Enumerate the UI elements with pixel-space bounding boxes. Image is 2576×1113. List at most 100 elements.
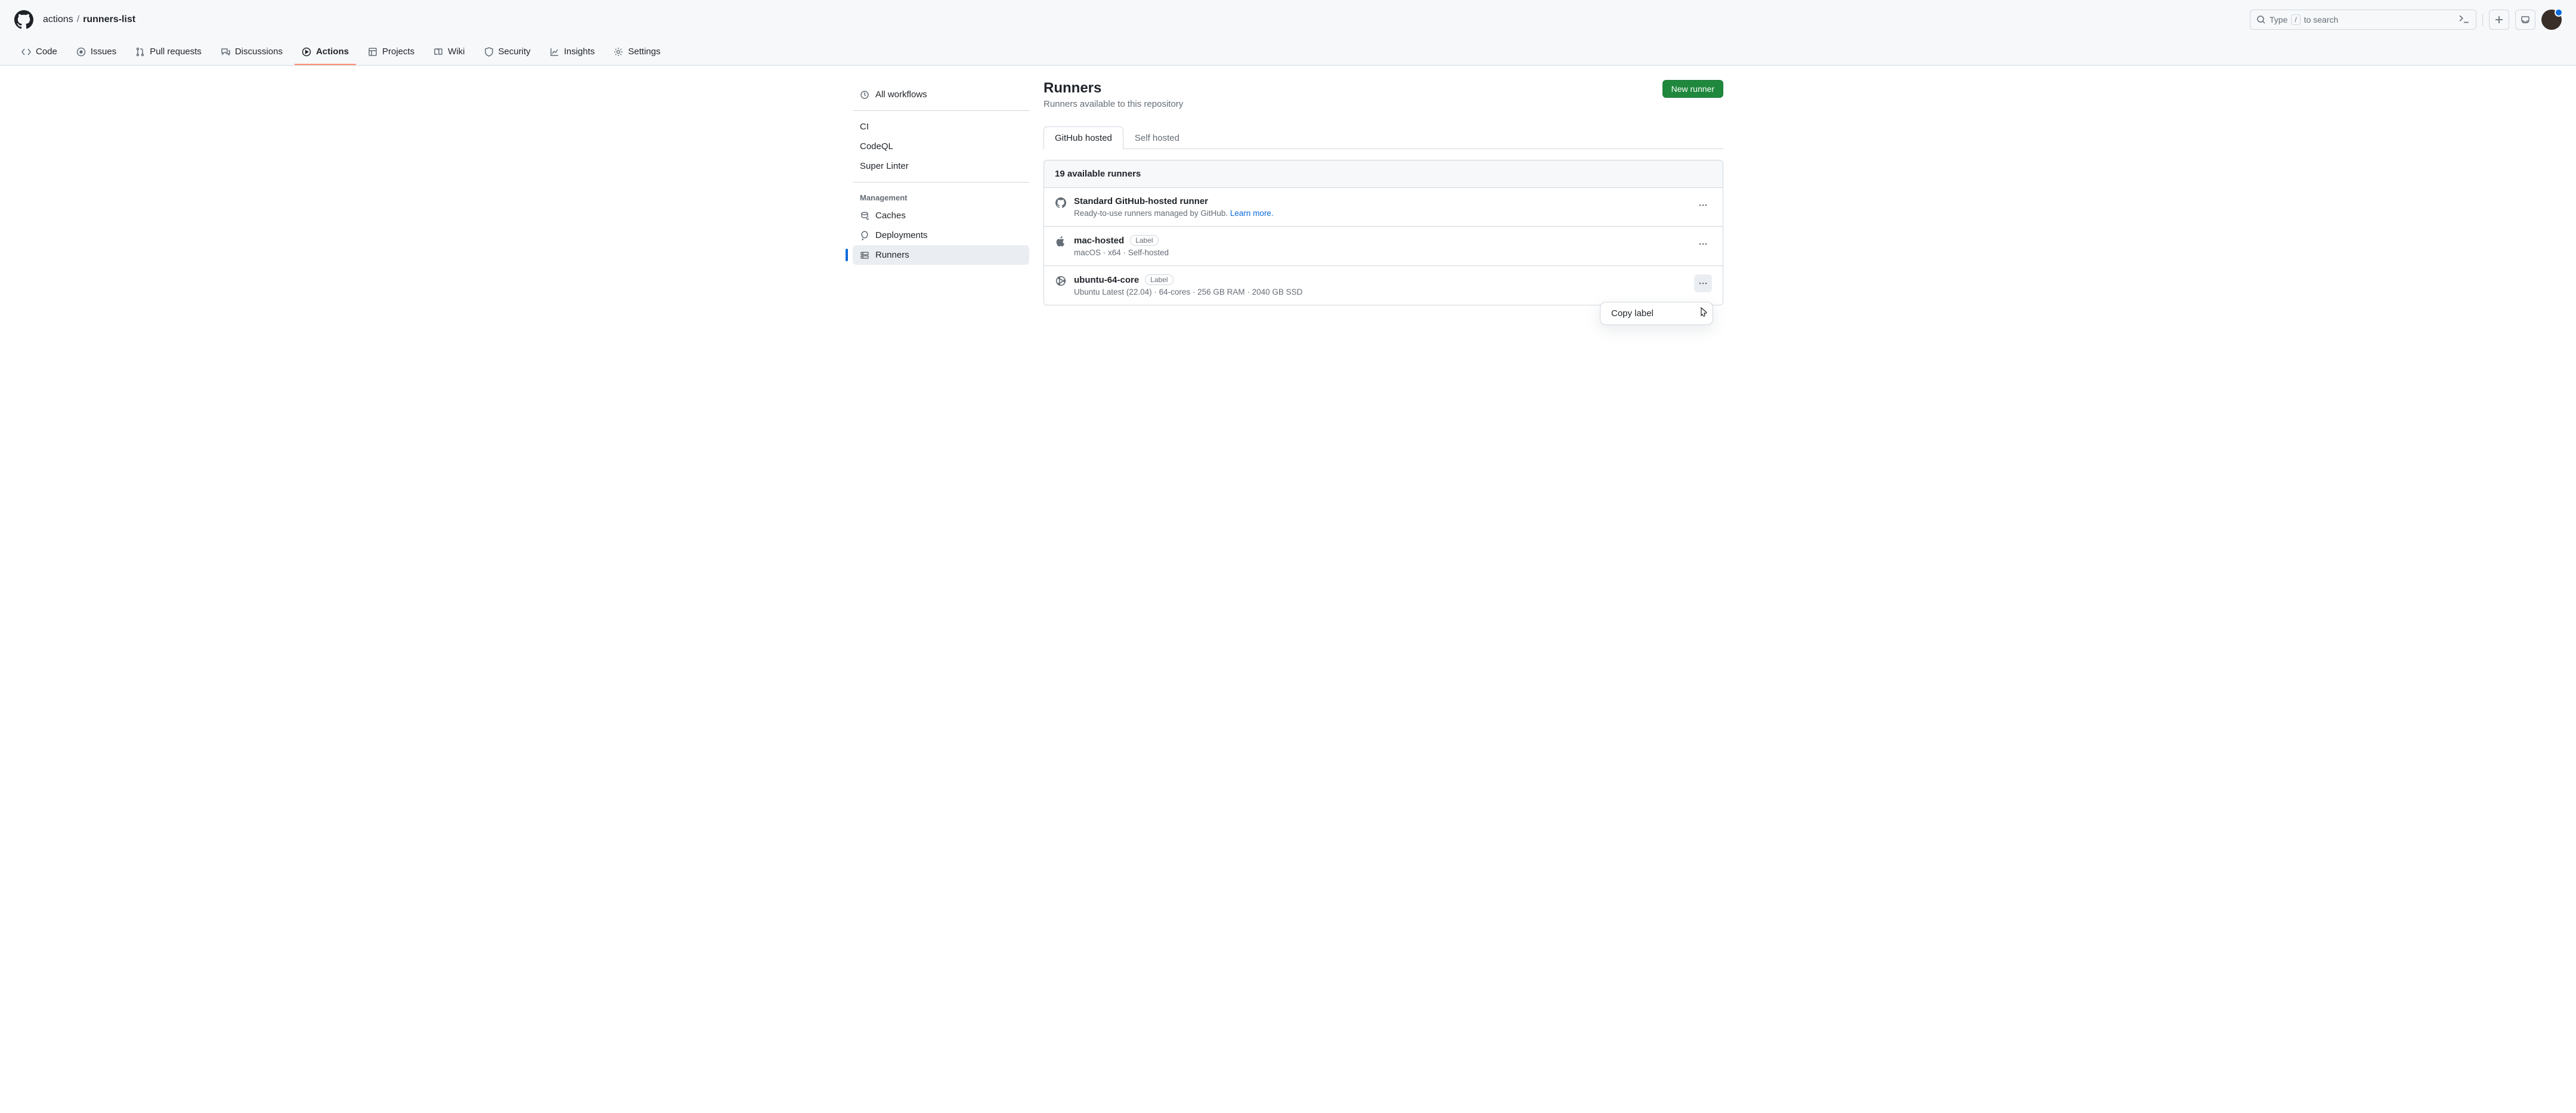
page-title: Runners [1044, 80, 1183, 97]
kebab-icon [1698, 279, 1708, 288]
search-kbd: / [2291, 14, 2300, 25]
main: All workflows CI CodeQL Super Linter Man… [829, 66, 1747, 320]
runner-label-pill: Label [1145, 274, 1173, 285]
tab-settings[interactable]: Settings [606, 39, 667, 65]
search-input[interactable]: Type / to search [2250, 10, 2476, 30]
sidebar-workflow-codeql[interactable]: CodeQL [853, 137, 1029, 156]
tab-projects[interactable]: Projects [361, 39, 422, 65]
shield-icon [484, 47, 494, 57]
search-placeholder-suffix: to search [2304, 15, 2339, 24]
new-runner-button[interactable]: New runner [1662, 80, 1723, 98]
tab-wiki-label: Wiki [448, 47, 465, 57]
tab-self-hosted[interactable]: Self hosted [1123, 126, 1191, 149]
plus-icon [2494, 15, 2504, 24]
code-icon [21, 47, 31, 57]
server-icon [860, 251, 869, 260]
tab-settings-label: Settings [628, 47, 660, 57]
search-placeholder-prefix: Type [2270, 15, 2287, 24]
repo-tabs: Code Issues Pull requests Discussions Ac… [0, 39, 2576, 66]
runner-actions-menu: Copy label [1600, 302, 1713, 325]
tab-discussions-label: Discussions [235, 47, 283, 57]
kebab-icon [1698, 239, 1708, 249]
sidebar-item-label: Super Linter [860, 161, 909, 171]
sidebar-workflow-super-linter[interactable]: Super Linter [853, 156, 1029, 176]
copy-label-menuitem[interactable]: Copy label [1611, 308, 1702, 319]
comment-discussion-icon [221, 47, 230, 57]
command-palette-icon [2459, 14, 2470, 25]
sidebar-item-label: Caches [875, 211, 906, 221]
create-new-button[interactable] [2489, 10, 2509, 30]
runner-name: ubuntu-64-core Label [1074, 274, 1687, 285]
breadcrumb-repo[interactable]: runners-list [83, 14, 135, 25]
runners-list: 19 available runners Standard GitHub-hos… [1044, 160, 1723, 305]
sidebar-divider [853, 110, 1029, 111]
github-logo-icon[interactable] [14, 10, 33, 29]
notifications-button[interactable] [2515, 10, 2535, 30]
tab-pulls[interactable]: Pull requests [128, 39, 209, 65]
runner-desc: Ready-to-use runners managed by GitHub. [1074, 209, 1228, 218]
sidebar-all-workflows-label: All workflows [875, 89, 927, 100]
page-subtitle: Runners available to this repository [1044, 99, 1183, 109]
play-circle-icon [302, 47, 311, 57]
sidebar-item-label: Runners [875, 250, 909, 260]
sidebar-management-heading: Management [853, 188, 1029, 206]
runner-meta: Ubuntu Latest (22.04) · 64-cores · 256 G… [1074, 287, 1687, 296]
header-divider [2482, 14, 2483, 26]
rocket-icon [860, 231, 869, 240]
sidebar-all-workflows[interactable]: All workflows [853, 85, 1029, 104]
search-icon [2256, 15, 2266, 24]
book-icon [434, 47, 443, 57]
tab-actions[interactable]: Actions [295, 39, 356, 65]
tab-security[interactable]: Security [477, 39, 538, 65]
apple-icon [1055, 235, 1067, 247]
tab-issues-label: Issues [91, 47, 116, 57]
runner-actions-button[interactable] [1694, 196, 1712, 214]
runner-actions-button[interactable] [1694, 235, 1712, 253]
runner-row-standard: Standard GitHub-hosted runner Ready-to-u… [1044, 188, 1723, 227]
tab-issues[interactable]: Issues [69, 39, 123, 65]
header-right: Type / to search [2250, 10, 2562, 30]
breadcrumb: actions / runners-list [43, 14, 135, 25]
git-pull-request-icon [135, 47, 145, 57]
tab-pulls-label: Pull requests [150, 47, 202, 57]
tab-discussions[interactable]: Discussions [213, 39, 290, 65]
issue-icon [76, 47, 86, 57]
runner-label-pill: Label [1130, 235, 1158, 246]
sidebar-deployments[interactable]: Deployments [853, 225, 1029, 245]
sidebar-divider [853, 182, 1029, 183]
runner-meta: Ready-to-use runners managed by GitHub. … [1074, 209, 1687, 218]
tab-github-hosted[interactable]: GitHub hosted [1044, 126, 1123, 149]
tab-insights[interactable]: Insights [543, 39, 602, 65]
cache-icon [860, 211, 869, 221]
runner-row-mac-hosted: mac-hosted Label macOS · x64 · Self-host… [1044, 227, 1723, 266]
avatar[interactable] [2541, 10, 2562, 30]
header-left: actions / runners-list [14, 10, 135, 29]
runner-meta: macOS · x64 · Self-hosted [1074, 248, 1687, 257]
runner-name-text: mac-hosted [1074, 236, 1124, 246]
learn-more-link[interactable]: Learn more. [1230, 209, 1274, 218]
kebab-icon [1698, 200, 1708, 210]
tab-insights-label: Insights [564, 47, 595, 57]
sidebar: All workflows CI CodeQL Super Linter Man… [853, 80, 1029, 305]
ubuntu-icon [1055, 274, 1067, 286]
runner-actions-button[interactable] [1694, 274, 1712, 292]
sidebar-item-label: Deployments [875, 230, 928, 240]
tab-code[interactable]: Code [14, 39, 64, 65]
runners-count-header: 19 available runners [1044, 160, 1723, 188]
sidebar-workflow-ci[interactable]: CI [853, 117, 1029, 137]
runner-name: Standard GitHub-hosted runner [1074, 196, 1687, 206]
gear-icon [614, 47, 623, 57]
breadcrumb-org[interactable]: actions [43, 14, 73, 25]
table-icon [368, 47, 377, 57]
github-mark-icon [1055, 196, 1067, 208]
page-header: Runners Runners available to this reposi… [1044, 80, 1723, 109]
sidebar-item-label: CodeQL [860, 141, 893, 152]
graph-icon [550, 47, 559, 57]
global-header: actions / runners-list Type / to search [0, 0, 2576, 39]
workflow-icon [860, 90, 869, 100]
sidebar-runners[interactable]: Runners [853, 245, 1029, 265]
tab-wiki[interactable]: Wiki [426, 39, 472, 65]
tab-code-label: Code [36, 47, 57, 57]
sidebar-caches[interactable]: Caches [853, 206, 1029, 225]
tab-security-label: Security [499, 47, 531, 57]
